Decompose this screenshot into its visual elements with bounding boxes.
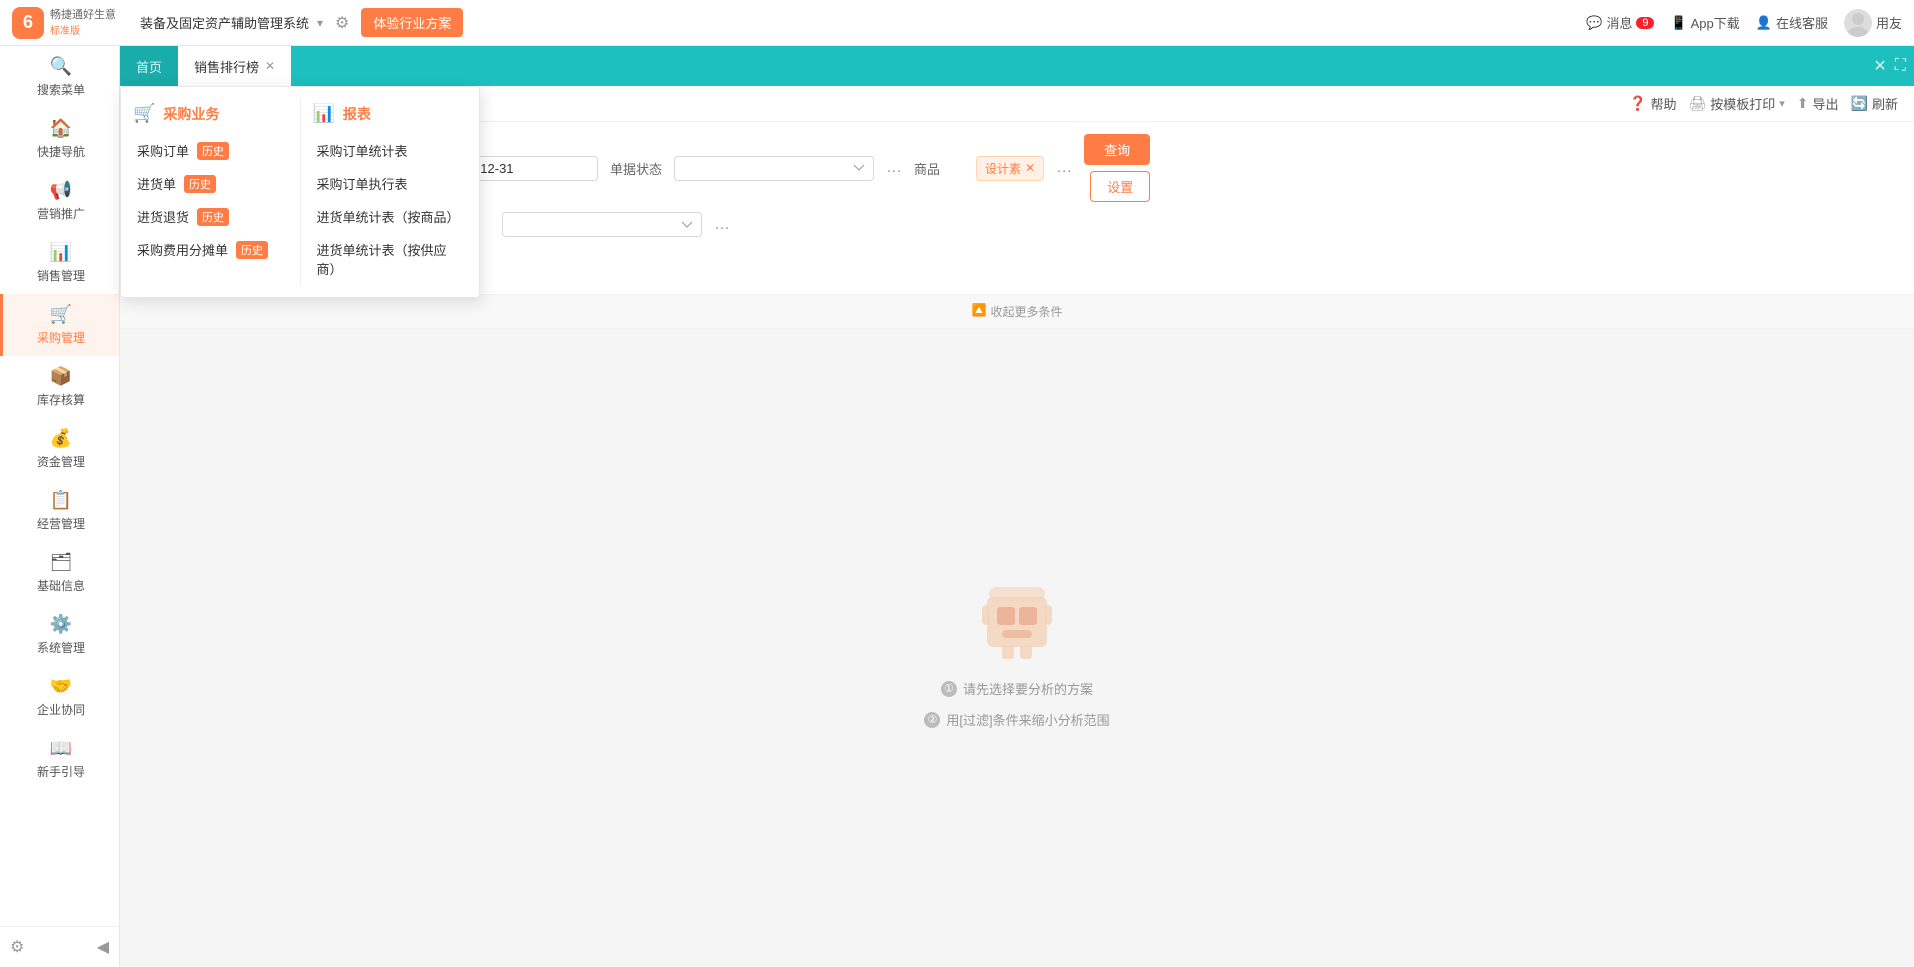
dropdown-item-receive-supplier-stat[interactable]: 进货单统计表（按供应商） <box>313 233 468 285</box>
dropdown-item-purchase-return[interactable]: 进货退货 历史 <box>133 200 288 233</box>
dropdown-item-purchase-order[interactable]: 采购订单 历史 <box>133 134 288 167</box>
purchase-receive-label: 进货单 <box>137 174 176 193</box>
purchase-order-label: 采购订单 <box>137 141 189 160</box>
receive-goods-stat-label: 进货单统计表（按商品） <box>317 207 460 226</box>
history-badge-1: 历史 <box>197 142 229 160</box>
order-stat-label: 采购订单统计表 <box>317 141 408 160</box>
history-badge-4: 历史 <box>236 241 268 259</box>
purchase-dropdown-menu: 🛒 采购业务 采购订单 历史 进货单 历史 进货退货 历史 采购费用分摊单 历史… <box>120 86 480 298</box>
order-exec-label: 采购订单执行表 <box>317 174 408 193</box>
receive-supplier-stat-label: 进货单统计表（按供应商） <box>317 240 464 278</box>
purchase-cost-label: 采购费用分摊单 <box>137 240 228 259</box>
dropdown-item-purchase-receive[interactable]: 进货单 历史 <box>133 167 288 200</box>
dropdown-purchase-header: 🛒 采购业务 <box>133 99 288 134</box>
dropdown-item-receive-goods-stat[interactable]: 进货单统计表（按商品） <box>313 200 468 233</box>
purchase-return-label: 进货退货 <box>137 207 189 226</box>
dropdown-purchase-col: 🛒 采购业务 采购订单 历史 进货单 历史 进货退货 历史 采购费用分摊单 历史 <box>121 99 300 285</box>
history-badge-2: 历史 <box>184 175 216 193</box>
dropdown-item-order-exec[interactable]: 采购订单执行表 <box>313 167 468 200</box>
report-col-icon: 📊 <box>313 103 335 124</box>
dropdown-report-col: 📊 报表 采购订单统计表 采购订单执行表 进货单统计表（按商品） 进货单统计表（… <box>300 99 480 285</box>
dropdown-item-order-stat[interactable]: 采购订单统计表 <box>313 134 468 167</box>
purchase-col-icon: 🛒 <box>133 103 155 124</box>
dropdown-purchase-title: 采购业务 <box>163 104 219 124</box>
dropdown-item-purchase-cost[interactable]: 采购费用分摊单 历史 <box>133 233 288 266</box>
dropdown-report-title: 报表 <box>343 104 371 124</box>
history-badge-3: 历史 <box>197 208 229 226</box>
dropdown-report-header: 📊 报表 <box>313 99 468 134</box>
